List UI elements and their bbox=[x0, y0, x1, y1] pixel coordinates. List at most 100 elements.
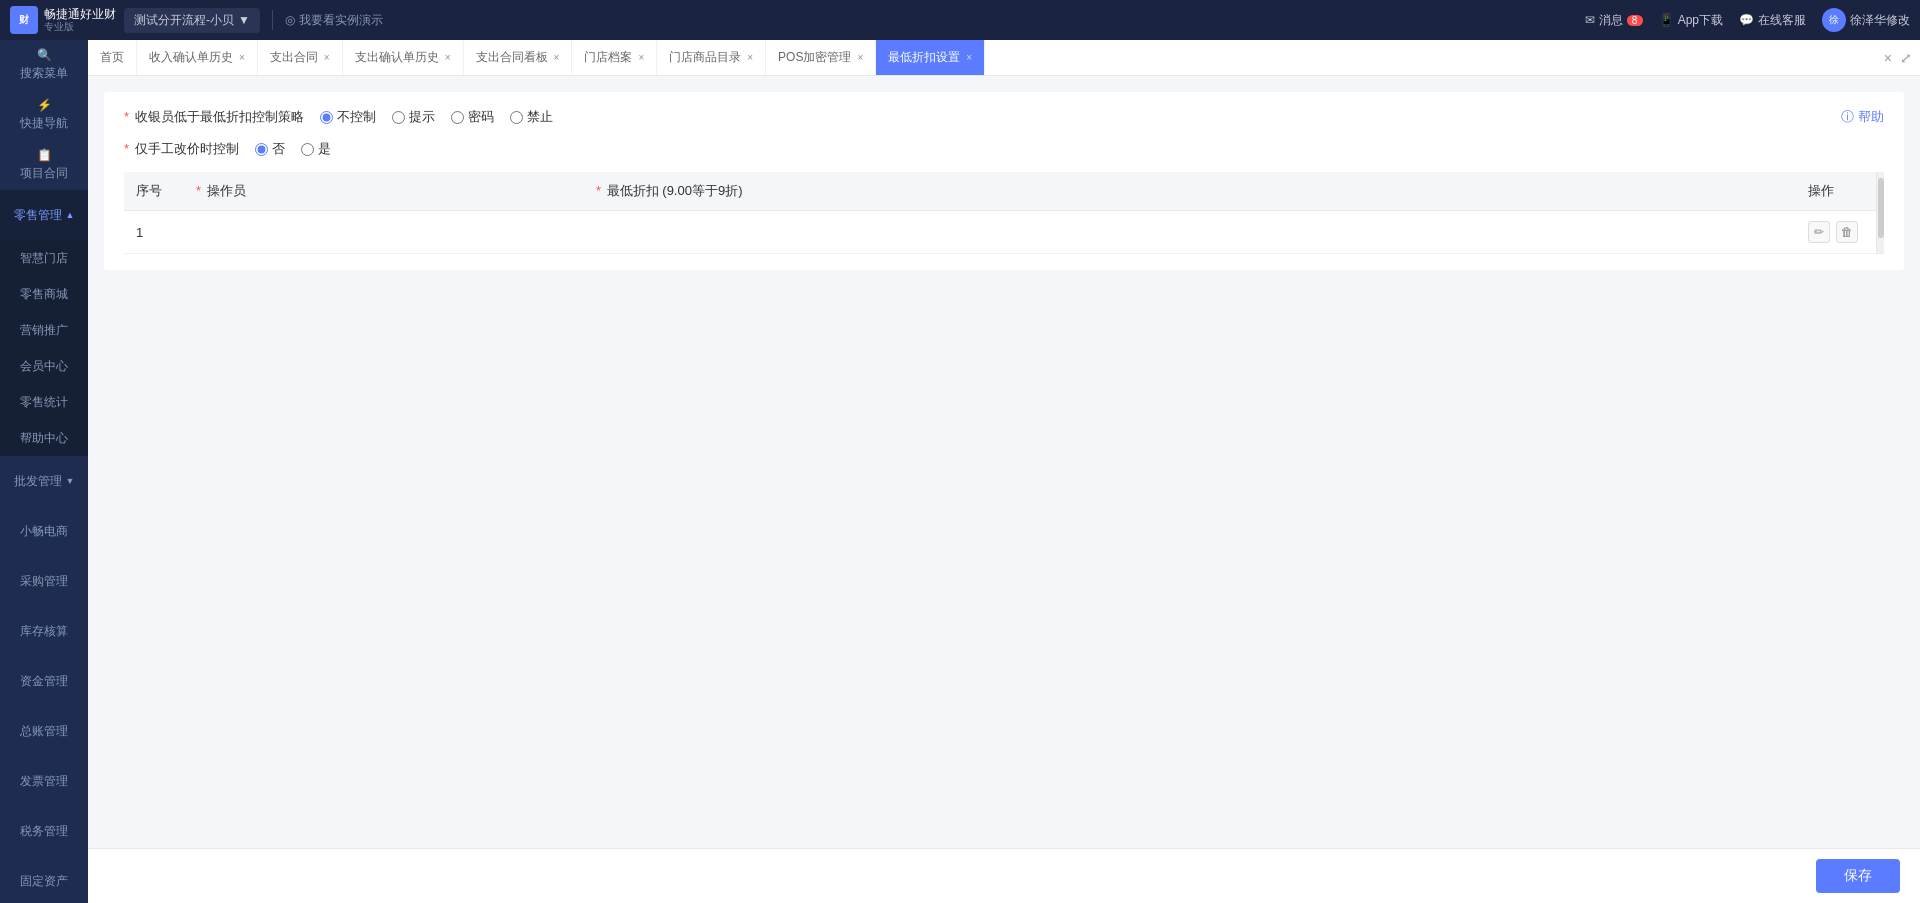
sidebar-item-inventory[interactable]: 库存核算 bbox=[0, 606, 88, 656]
sidebar-label-marketing: 营销推广 bbox=[20, 322, 68, 339]
tab-pos-password[interactable]: POS加密管理 × bbox=[766, 40, 876, 76]
tab-store-archive-close[interactable]: × bbox=[638, 52, 644, 63]
sidebar-item-retail[interactable]: 零售管理 ▲ bbox=[0, 190, 88, 240]
tab-income-history-close[interactable]: × bbox=[239, 52, 245, 63]
tab-store-catalog-close[interactable]: × bbox=[747, 52, 753, 63]
radio-yes[interactable]: 是 bbox=[301, 140, 331, 158]
user-action[interactable]: 徐 徐泽华修改 bbox=[1822, 8, 1910, 32]
sidebar: 🔍 搜索菜单 ⚡ 快捷导航 📋 项目合同 零售管理 ▲ 智慧门店 零售商城 营销… bbox=[0, 40, 88, 903]
logo-area: 财 畅捷通好业财 专业版 bbox=[10, 6, 116, 34]
project-name: 测试分开流程-小贝 bbox=[134, 12, 234, 29]
radio-no-control-input[interactable] bbox=[320, 111, 333, 124]
page-content: * 收银员低于最低折扣控制策略 不控制 提示 bbox=[88, 76, 1920, 848]
radio-hint-input[interactable] bbox=[392, 111, 405, 124]
sidebar-label-member: 会员中心 bbox=[20, 358, 68, 375]
tab-pay-contract-label: 支出合同 bbox=[270, 49, 318, 66]
sidebar-item-invoice[interactable]: 发票管理 bbox=[0, 756, 88, 806]
sidebar-label-purchase: 采购管理 bbox=[20, 573, 68, 590]
required-star-2: * bbox=[124, 141, 129, 156]
wholesale-arrow-icon: ▼ bbox=[66, 476, 75, 486]
tab-min-discount-close[interactable]: × bbox=[966, 52, 972, 63]
required-star-1: * bbox=[124, 109, 129, 124]
radio-forbid[interactable]: 禁止 bbox=[510, 108, 553, 126]
help-link[interactable]: ⓘ 帮助 bbox=[1841, 108, 1884, 126]
sidebar-item-purchase[interactable]: 采购管理 bbox=[0, 556, 88, 606]
page-footer: 保存 bbox=[88, 848, 1920, 903]
sidebar-item-finance[interactable]: 资金管理 bbox=[0, 656, 88, 706]
sidebar-label-project: 项目合同 bbox=[20, 165, 68, 182]
delete-btn[interactable]: 🗑 bbox=[1836, 221, 1858, 243]
top-header: 财 畅捷通好业财 专业版 测试分开流程-小贝 ▼ ◎ 我要看实例演示 ✉ 消息 … bbox=[0, 0, 1920, 40]
radio-forbid-input[interactable] bbox=[510, 111, 523, 124]
tab-pay-contract-board-label: 支出合同看板 bbox=[476, 49, 548, 66]
main-layout: 🔍 搜索菜单 ⚡ 快捷导航 📋 项目合同 零售管理 ▲ 智慧门店 零售商城 营销… bbox=[0, 40, 1920, 903]
radio-forbid-label: 禁止 bbox=[527, 108, 553, 126]
sidebar-item-retail-stat[interactable]: 零售统计 bbox=[0, 384, 88, 420]
tab-store-catalog[interactable]: 门店商品目录 × bbox=[657, 40, 766, 76]
tab-min-discount[interactable]: 最低折扣设置 × bbox=[876, 40, 985, 76]
tab-pay-contract[interactable]: 支出合同 × bbox=[258, 40, 343, 76]
tab-pay-board-close[interactable]: × bbox=[554, 52, 560, 63]
tab-pay-confirm-close[interactable]: × bbox=[445, 52, 451, 63]
project-selector[interactable]: 测试分开流程-小贝 ▼ bbox=[124, 8, 260, 33]
radio-hint[interactable]: 提示 bbox=[392, 108, 435, 126]
radio-no-control-label: 不控制 bbox=[337, 108, 376, 126]
row-actions: ✏ 🗑 bbox=[1808, 221, 1864, 243]
sidebar-label-wholesale: 批发管理 bbox=[14, 473, 62, 490]
app-download-action[interactable]: 📱 App下载 bbox=[1659, 12, 1723, 29]
help-icon: ⓘ bbox=[1841, 109, 1854, 124]
tab-pay-contract-close[interactable]: × bbox=[324, 52, 330, 63]
radio-no-label: 否 bbox=[272, 140, 285, 158]
radio-yes-input[interactable] bbox=[301, 143, 314, 156]
sidebar-item-ecommerce[interactable]: 小畅电商 bbox=[0, 506, 88, 556]
discount-strategy-label: * 收银员低于最低折扣控制策略 bbox=[124, 108, 304, 126]
tab-store-archive[interactable]: 门店档案 × bbox=[572, 40, 657, 76]
search-icon: 🔍 bbox=[37, 48, 52, 62]
table-scrollbar[interactable] bbox=[1876, 172, 1884, 254]
sidebar-item-wholesale[interactable]: 批发管理 ▼ bbox=[0, 456, 88, 506]
expand-tab-icon[interactable]: ⤢ bbox=[1900, 50, 1912, 66]
header-right: ✉ 消息 8 📱 App下载 💬 在线客服 徐 徐泽华修改 bbox=[1585, 8, 1910, 32]
tab-pay-confirm-history[interactable]: 支出确认单历史 × bbox=[343, 40, 464, 76]
tab-home[interactable]: 首页 bbox=[88, 40, 137, 76]
cell-discount-1 bbox=[584, 211, 1796, 254]
tab-home-label: 首页 bbox=[100, 49, 124, 66]
radio-password-input[interactable] bbox=[451, 111, 464, 124]
radio-no[interactable]: 否 bbox=[255, 140, 285, 158]
manual-price-row: * 仅手工改价时控制 否 是 bbox=[124, 140, 1884, 158]
sidebar-item-tax[interactable]: 税务管理 bbox=[0, 806, 88, 856]
divider bbox=[272, 10, 273, 30]
sidebar-item-assets[interactable]: 固定资产 bbox=[0, 856, 88, 903]
discount-strategy-options: 不控制 提示 密码 禁止 bbox=[320, 108, 553, 126]
sidebar-item-help[interactable]: 帮助中心 bbox=[0, 420, 88, 456]
cell-seq-1: 1 bbox=[124, 211, 184, 254]
tab-min-discount-label: 最低折扣设置 bbox=[888, 49, 960, 66]
save-button[interactable]: 保存 bbox=[1816, 859, 1900, 893]
sidebar-item-marketing[interactable]: 营销推广 bbox=[0, 312, 88, 348]
tab-pos-close[interactable]: × bbox=[857, 52, 863, 63]
demo-link[interactable]: ◎ 我要看实例演示 bbox=[285, 12, 383, 29]
tab-pay-contract-board[interactable]: 支出合同看板 × bbox=[464, 40, 573, 76]
sidebar-label-assets: 固定资产 bbox=[20, 873, 68, 890]
radio-no-control[interactable]: 不控制 bbox=[320, 108, 376, 126]
message-icon: ✉ bbox=[1585, 13, 1595, 27]
message-action[interactable]: ✉ 消息 8 bbox=[1585, 12, 1643, 29]
demo-link-icon: ◎ bbox=[285, 13, 295, 27]
radio-password[interactable]: 密码 bbox=[451, 108, 494, 126]
radio-no-input[interactable] bbox=[255, 143, 268, 156]
sidebar-item-member[interactable]: 会员中心 bbox=[0, 348, 88, 384]
sidebar-item-project[interactable]: 📋 项目合同 bbox=[0, 140, 88, 190]
sidebar-item-smart-store[interactable]: 智慧门店 bbox=[0, 240, 88, 276]
sidebar-item-ledger[interactable]: 总账管理 bbox=[0, 706, 88, 756]
tab-income-history[interactable]: 收入确认单历史 × bbox=[137, 40, 258, 76]
close-tab-icon[interactable]: × bbox=[1884, 50, 1892, 66]
tab-store-catalog-label: 门店商品目录 bbox=[669, 49, 741, 66]
col-header-operator: * 操作员 bbox=[184, 172, 584, 211]
user-name: 徐泽华修改 bbox=[1850, 12, 1910, 29]
logo-text: 畅捷通好业财 专业版 bbox=[44, 7, 116, 33]
sidebar-item-quicknav[interactable]: ⚡ 快捷导航 bbox=[0, 90, 88, 140]
sidebar-item-search[interactable]: 🔍 搜索菜单 bbox=[0, 40, 88, 90]
customer-service-action[interactable]: 💬 在线客服 bbox=[1739, 12, 1806, 29]
edit-btn[interactable]: ✏ bbox=[1808, 221, 1830, 243]
sidebar-item-retail-mall[interactable]: 零售商城 bbox=[0, 276, 88, 312]
